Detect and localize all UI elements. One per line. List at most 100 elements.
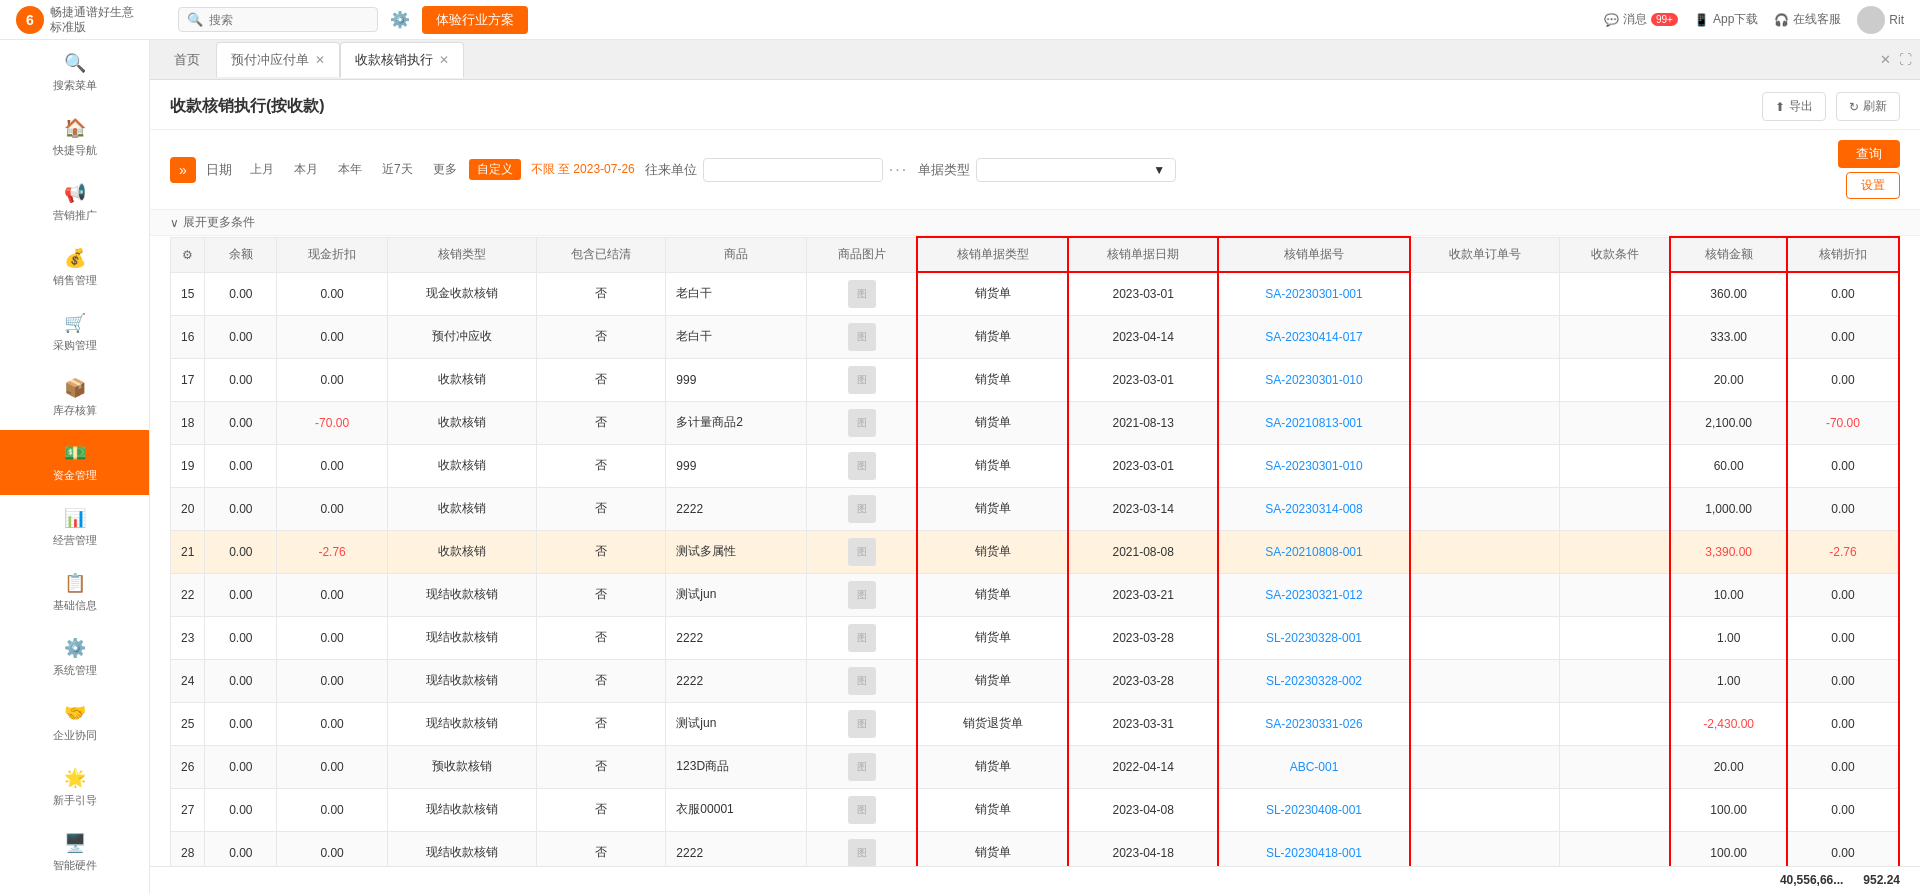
cell-img: 图	[806, 573, 917, 616]
header-actions: ⬆ 导出 ↻ 刷新	[1762, 92, 1900, 121]
cell-bill-no[interactable]: SA-20230314-008	[1218, 487, 1409, 530]
from-unit-input[interactable]	[703, 158, 883, 182]
sidebar-item-nav[interactable]: 🏠 快捷导航	[0, 105, 149, 170]
cell-bill-no[interactable]: SL-20230418-001	[1218, 831, 1409, 866]
tab-close-prepay[interactable]: ✕	[315, 53, 325, 67]
table-row: 17 0.00 0.00 收款核销 否 999 图 销货单 2023-03-01…	[171, 358, 1900, 401]
cell-order-no	[1410, 401, 1560, 444]
bill-no-link[interactable]: SL-20230418-001	[1266, 846, 1362, 860]
cell-bill-no[interactable]: SL-20230328-002	[1218, 659, 1409, 702]
sidebar-item-inventory[interactable]: 📦 库存核算	[0, 365, 149, 430]
bill-no-link[interactable]: SA-20230314-008	[1265, 502, 1362, 516]
cell-condition	[1559, 315, 1670, 358]
settings-icon[interactable]: ⚙️	[390, 10, 410, 29]
bill-type-label: 单据类型	[918, 161, 970, 179]
date-more[interactable]: 更多	[425, 159, 465, 180]
user-profile[interactable]: Rit	[1857, 6, 1904, 34]
sidebar-item-guide[interactable]: 🌟 新手引导	[0, 755, 149, 820]
message-action[interactable]: 💬 消息 99+	[1604, 11, 1678, 28]
query-button[interactable]: 查询	[1838, 140, 1900, 168]
sidebar-item-wechat[interactable]: 💬 企业微信	[0, 885, 149, 893]
app-download-action[interactable]: 📱 App下载	[1694, 11, 1758, 28]
cell-bill-no[interactable]: ABC-001	[1218, 745, 1409, 788]
bill-no-link[interactable]: SA-20230321-012	[1265, 588, 1362, 602]
sidebar-item-purchase[interactable]: 🛒 采购管理	[0, 300, 149, 365]
th-discount: 核销折扣	[1787, 237, 1899, 272]
date-custom[interactable]: 自定义	[469, 159, 521, 180]
export-button[interactable]: ⬆ 导出	[1762, 92, 1826, 121]
sidebar-item-sales[interactable]: 💰 销售管理	[0, 235, 149, 300]
bill-no-link[interactable]: SA-20210813-001	[1265, 416, 1362, 430]
expand-more-button[interactable]: ∨ 展开更多条件	[170, 214, 255, 231]
cell-goods: 老白干	[666, 315, 806, 358]
tab-prepay[interactable]: 预付冲应付单 ✕	[216, 42, 340, 77]
sidebar-item-hardware[interactable]: 🖥️ 智能硬件	[0, 820, 149, 885]
window-close-icon[interactable]: ✕	[1880, 52, 1891, 67]
cell-bill-no[interactable]: SA-20230301-010	[1218, 358, 1409, 401]
cell-bill-type: 销货退货单	[917, 702, 1067, 745]
table-wrapper[interactable]: ⚙ 余额 现金折扣 核销类型 包含已结清 商品 商品图片 核销单据类型 核销单据…	[150, 236, 1920, 866]
bill-no-link[interactable]: SA-20210808-001	[1265, 545, 1362, 559]
cell-balance: 0.00	[205, 745, 277, 788]
cell-bill-no[interactable]: SA-20230301-001	[1218, 272, 1409, 315]
cell-bill-no[interactable]: SA-20230331-026	[1218, 702, 1409, 745]
cell-bill-no[interactable]: SA-20210808-001	[1218, 530, 1409, 573]
tab-close-receipt[interactable]: ✕	[439, 53, 449, 67]
cell-bill-type: 销货单	[917, 745, 1067, 788]
sidebar-item-marketing[interactable]: 📢 营销推广	[0, 170, 149, 235]
cell-bill-no[interactable]: SA-20210813-001	[1218, 401, 1409, 444]
cell-balance: 0.00	[205, 616, 277, 659]
filter-expand-button[interactable]: »	[170, 157, 196, 183]
cell-settled: 否	[536, 315, 666, 358]
date-this-year[interactable]: 本年	[330, 159, 370, 180]
sidebar-item-finance[interactable]: 💵 资金管理	[0, 430, 149, 495]
online-service-action[interactable]: 🎧 在线客服	[1774, 11, 1841, 28]
search-input[interactable]	[209, 13, 369, 27]
cell-bill-no[interactable]: SA-20230414-017	[1218, 315, 1409, 358]
cell-bill-type: 销货单	[917, 659, 1067, 702]
cell-bill-no[interactable]: SL-20230408-001	[1218, 788, 1409, 831]
th-settings[interactable]: ⚙	[171, 237, 205, 272]
cell-bill-no[interactable]: SA-20230321-012	[1218, 573, 1409, 616]
from-unit-dots[interactable]: ···	[889, 161, 908, 179]
cell-goods: 2222	[666, 487, 806, 530]
sidebar-item-search[interactable]: 🔍 搜索菜单	[0, 40, 149, 105]
date-last-month[interactable]: 上月	[242, 159, 282, 180]
bill-no-link[interactable]: SL-20230328-001	[1266, 631, 1362, 645]
cell-bill-no[interactable]: SA-20230301-010	[1218, 444, 1409, 487]
cell-type: 收款核销	[387, 358, 536, 401]
bill-type-select[interactable]: ▼	[976, 158, 1176, 182]
window-expand-icon[interactable]: ⛶	[1899, 52, 1912, 67]
sidebar-item-system[interactable]: ⚙️ 系统管理	[0, 625, 149, 690]
bill-no-link[interactable]: SL-20230328-002	[1266, 674, 1362, 688]
bill-no-link[interactable]: ABC-001	[1290, 760, 1339, 774]
filter-bar: » 日期 上月 本月 本年 近7天 更多 自定义 不限 至 2023-07-26…	[150, 130, 1920, 210]
cell-bill-date: 2023-04-18	[1068, 831, 1218, 866]
cell-type: 现结收款核销	[387, 702, 536, 745]
cell-img: 图	[806, 831, 917, 866]
date-7days[interactable]: 近7天	[374, 159, 421, 180]
sidebar-item-operations[interactable]: 📊 经营管理	[0, 495, 149, 560]
cell-discount: 0.00	[1787, 702, 1899, 745]
cell-bill-date: 2023-03-01	[1068, 444, 1218, 487]
refresh-button[interactable]: ↻ 刷新	[1836, 92, 1900, 121]
bill-no-link[interactable]: SA-20230301-010	[1265, 459, 1362, 473]
bill-no-link[interactable]: SA-20230414-017	[1265, 330, 1362, 344]
th-bill-no: 核销单据号	[1218, 237, 1409, 272]
cell-bill-date: 2022-04-14	[1068, 745, 1218, 788]
sidebar-item-basics[interactable]: 📋 基础信息	[0, 560, 149, 625]
date-this-month[interactable]: 本月	[286, 159, 326, 180]
top-search-box[interactable]: 🔍	[178, 7, 378, 32]
cell-type: 现结收款核销	[387, 616, 536, 659]
cell-balance: 0.00	[205, 358, 277, 401]
solution-button[interactable]: 体验行业方案	[422, 6, 528, 34]
tab-home[interactable]: 首页	[158, 43, 216, 77]
filter-settings-button[interactable]: 设置	[1846, 172, 1900, 199]
bill-no-link[interactable]: SL-20230408-001	[1266, 803, 1362, 817]
bill-no-link[interactable]: SA-20230301-001	[1265, 287, 1362, 301]
tab-receipt[interactable]: 收款核销执行 ✕	[340, 42, 464, 78]
sidebar-item-cooperation[interactable]: 🤝 企业协同	[0, 690, 149, 755]
cell-bill-no[interactable]: SL-20230328-001	[1218, 616, 1409, 659]
bill-no-link[interactable]: SA-20230301-010	[1265, 373, 1362, 387]
bill-no-link[interactable]: SA-20230331-026	[1265, 717, 1362, 731]
